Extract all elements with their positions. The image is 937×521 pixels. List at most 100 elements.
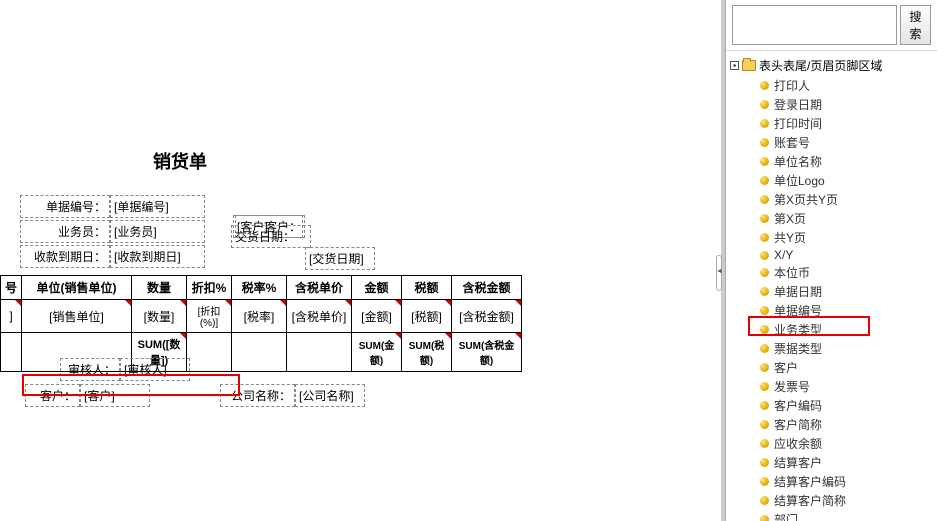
hdr-label-sales[interactable]: 业务员：: [20, 220, 110, 243]
tree-item[interactable]: 结算客户: [760, 453, 937, 472]
field-icon: [760, 214, 769, 223]
collapse-icon[interactable]: ▪: [730, 61, 739, 70]
tree-item[interactable]: 单位Logo: [760, 171, 937, 190]
field-icon: [760, 138, 769, 147]
field-icon: [760, 81, 769, 90]
hdr-label-delivdate[interactable]: 交货日期：: [231, 225, 311, 248]
field-icon: [760, 344, 769, 353]
tree-item-label: 结算客户编码: [774, 473, 846, 490]
col-index[interactable]: 号: [1, 276, 22, 300]
tree-item[interactable]: 业务类型: [760, 320, 937, 339]
tree-item[interactable]: 单据日期: [760, 282, 937, 301]
splitter-handle[interactable]: [716, 255, 722, 291]
tree-item[interactable]: 打印人: [760, 76, 937, 95]
tree-item-label: 单据日期: [774, 283, 822, 300]
cell-qty[interactable]: [数量]: [132, 300, 187, 333]
tree-item-label: 第X页共Y页: [774, 191, 838, 208]
tree-children: 打印人登录日期打印时间账套号单位名称单位Logo第X页共Y页第X页共Y页X/Y本…: [760, 76, 937, 521]
tree-item[interactable]: 结算客户简称: [760, 491, 937, 510]
tree-root-node[interactable]: ▪ 表头表尾/页眉页脚区域: [726, 55, 937, 76]
tree-item-label: 结算客户简称: [774, 492, 846, 509]
col-taxrate[interactable]: 税率%: [232, 276, 287, 300]
report-page: 销货单 单据编号： [单据编号] 业务员： [业务员] 收款到期日： [收款到期…: [0, 0, 658, 192]
tree-item[interactable]: 客户简称: [760, 415, 937, 434]
hdr-val-sales[interactable]: [业务员]: [110, 220, 205, 243]
tree-item-label: 第X页: [774, 210, 806, 227]
tree-item[interactable]: 账套号: [760, 133, 937, 152]
field-icon: [760, 119, 769, 128]
ftr-val-company[interactable]: [公司名称]: [295, 384, 365, 407]
cell-index[interactable]: ]: [1, 300, 22, 333]
cell-amount[interactable]: [金额]: [352, 300, 402, 333]
tree-item[interactable]: 单位名称: [760, 152, 937, 171]
tree-item[interactable]: 票据类型: [760, 339, 937, 358]
tree-item[interactable]: 结算客户编码: [760, 472, 937, 491]
tree-item-label: 应收余额: [774, 435, 822, 452]
ftr-val-reviewer[interactable]: [审核人]: [120, 358, 190, 381]
field-icon: [760, 251, 769, 260]
ftr-label-reviewer[interactable]: 审核人：: [60, 358, 120, 381]
ftr-label-company[interactable]: 公司名称：: [220, 384, 295, 407]
col-tax[interactable]: 税额: [402, 276, 452, 300]
field-icon: [760, 401, 769, 410]
field-icon: [760, 233, 769, 242]
tree-item-label: 部门: [774, 511, 798, 521]
col-unitprice[interactable]: 含税单价: [287, 276, 352, 300]
tree-item-label: 登录日期: [774, 96, 822, 113]
tree-item[interactable]: 应收余额: [760, 434, 937, 453]
tree-item-label: 客户: [774, 359, 798, 376]
tree-item[interactable]: 第X页共Y页: [760, 190, 937, 209]
ftr-label-customer[interactable]: 客户：: [25, 384, 80, 407]
tree-item[interactable]: 部门: [760, 510, 937, 521]
tree-item-label: 客户编码: [774, 397, 822, 414]
field-icon: [760, 157, 769, 166]
col-discount[interactable]: 折扣%: [187, 276, 232, 300]
field-tree[interactable]: ▪ 表头表尾/页眉页脚区域 打印人登录日期打印时间账套号单位名称单位Logo第X…: [726, 51, 937, 521]
tree-item[interactable]: 登录日期: [760, 95, 937, 114]
tree-item[interactable]: 共Y页: [760, 228, 937, 247]
search-button[interactable]: 搜索: [900, 5, 931, 45]
cell-tax[interactable]: [税额]: [402, 300, 452, 333]
col-amount[interactable]: 金额: [352, 276, 402, 300]
ftr-val-customer[interactable]: [客户]: [80, 384, 150, 407]
col-qty[interactable]: 数量: [132, 276, 187, 300]
tree-item[interactable]: 发票号: [760, 377, 937, 396]
cell-taxamount[interactable]: [含税金额]: [452, 300, 522, 333]
field-icon: [760, 176, 769, 185]
tree-item-label: 打印时间: [774, 115, 822, 132]
cell-unitprice[interactable]: [含税单价]: [287, 300, 352, 333]
tree-item[interactable]: 单据编号: [760, 301, 937, 320]
tree-item[interactable]: X/Y: [760, 247, 937, 263]
table-data-row: ] [销售单位] [数量] [折扣(%)] [税率] [含税单价] [金额] […: [1, 300, 522, 333]
tree-item[interactable]: 打印时间: [760, 114, 937, 133]
design-canvas[interactable]: 销货单 单据编号： [单据编号] 业务员： [业务员] 收款到期日： [收款到期…: [0, 0, 725, 521]
tree-item-label: 业务类型: [774, 321, 822, 338]
tree-item-label: 结算客户: [774, 454, 822, 471]
folder-icon: [742, 60, 756, 71]
hdr-label-duedate[interactable]: 收款到期日：: [20, 245, 110, 268]
col-unit[interactable]: 单位(销售单位): [22, 276, 132, 300]
tree-item[interactable]: 第X页: [760, 209, 937, 228]
tree-item[interactable]: 本位币: [760, 263, 937, 282]
tree-item-label: 客户简称: [774, 416, 822, 433]
hdr-val-duedate[interactable]: [收款到期日]: [110, 245, 205, 268]
search-input[interactable]: [732, 5, 897, 45]
tree-item[interactable]: 客户编码: [760, 396, 937, 415]
report-title[interactable]: 销货单: [80, 130, 280, 192]
cell-taxrate[interactable]: [税率]: [232, 300, 287, 333]
sum-index[interactable]: [1, 333, 22, 372]
cell-unit[interactable]: [销售单位]: [22, 300, 132, 333]
col-taxamount[interactable]: 含税金额: [452, 276, 522, 300]
hdr-label-docno[interactable]: 单据编号：: [20, 195, 110, 218]
field-icon: [760, 496, 769, 505]
tree-item-label: 单位名称: [774, 153, 822, 170]
cell-discount[interactable]: [折扣(%)]: [187, 300, 232, 333]
field-icon: [760, 439, 769, 448]
field-icon: [760, 420, 769, 429]
tree-item[interactable]: 客户: [760, 358, 937, 377]
tree-item-label: 单据编号: [774, 302, 822, 319]
hdr-val-delivdate[interactable]: [交货日期]: [305, 247, 375, 270]
field-icon: [760, 477, 769, 486]
hdr-val-docno[interactable]: [单据编号]: [110, 195, 205, 218]
field-icon: [760, 458, 769, 467]
